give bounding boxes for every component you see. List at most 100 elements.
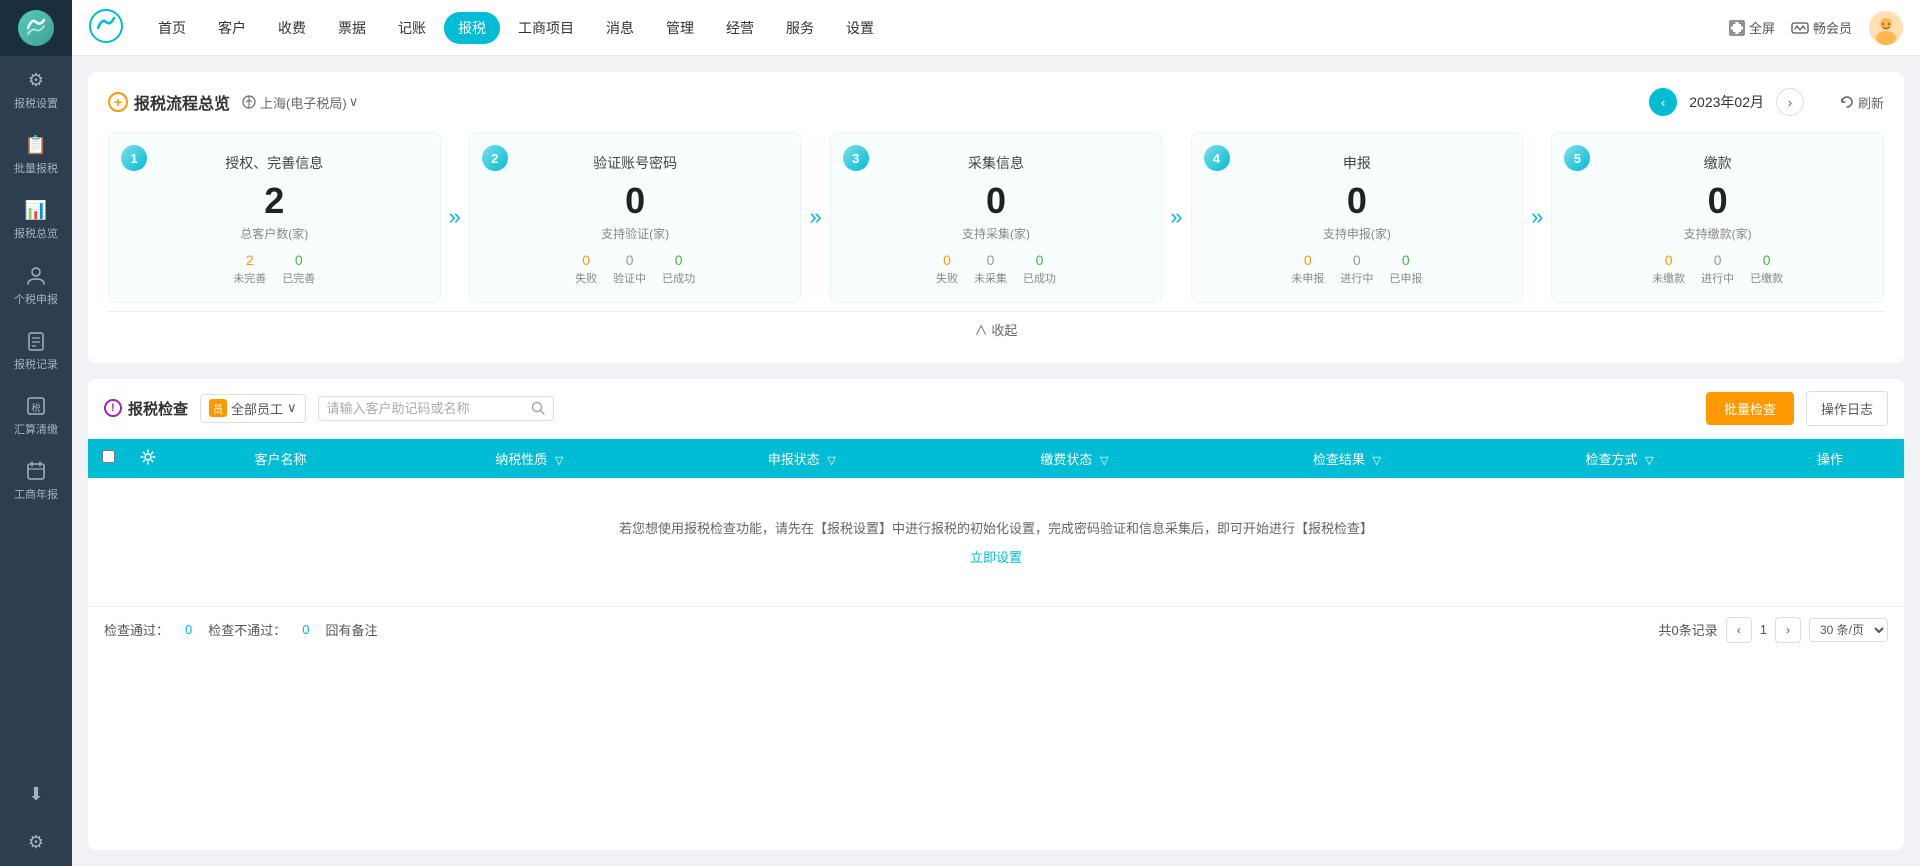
stat-val-4-1: 0 [1353,252,1361,268]
overview-plus-icon: + [108,92,128,112]
nav-item-fee[interactable]: 收费 [264,12,320,44]
step-count-3: 0 [847,181,1146,221]
step-sub-2: 支持验证(家) [486,225,785,242]
vip-btn[interactable]: 畅会员 [1791,18,1852,37]
stat-label-4-1: 进行中 [1340,270,1373,286]
nav-item-home[interactable]: 首页 [144,12,200,44]
sidebar-item-personal-tax[interactable]: 个税申报 [0,252,72,317]
collapse-label: 收起 [991,323,1017,338]
step-stats-1: 2 未完善 0 已完善 [125,252,424,286]
check-circle-icon: ! [104,399,122,417]
column-settings-icon[interactable] [140,449,156,465]
nav-item-bookkeeping[interactable]: 记账 [384,12,440,44]
overview-title-text: 报税流程总览 [134,90,230,114]
nav-items: 首页 客户 收费 票据 记账 报税 工商项目 消息 管理 经营 服务 设置 [144,12,1729,44]
stat-val-1-1: 0 [295,252,303,268]
stat-label-5-2: 已缴款 [1750,270,1783,286]
stat-val-3-1: 0 [987,252,995,268]
collapse-btn[interactable]: ∧ 收起 [108,311,1884,347]
fail-count[interactable]: 0 [302,622,309,637]
step-sub-4: 支持申报(家) [1208,225,1507,242]
tax-overview-icon: 📊 [22,196,50,224]
sidebar-item-settings[interactable]: ⚙ [0,818,72,866]
step-title-3: 采集信息 [847,153,1146,173]
sidebar-item-settlement[interactable]: 税 汇算清缴 [0,382,72,447]
check-header: ! 报税检查 员 全部员工 ∨ 批量检查 操作日志 [88,379,1904,439]
topnav-right: 全屏 畅会员 [1729,10,1904,46]
check-title-text: 报税检查 [128,398,188,419]
sidebar-item-tax-record[interactable]: 报税记录 [0,317,72,382]
filter-pay-icon[interactable]: ▽ [1100,454,1108,467]
stat-val-1-0: 2 [246,252,254,268]
avatar[interactable] [1868,10,1904,46]
select-all-checkbox[interactable] [102,450,115,463]
batch-check-btn[interactable]: 批量检查 [1706,392,1794,425]
annual-report-icon [22,457,50,485]
sidebar-bottom: ⬇ ⚙ [0,770,72,866]
nav-item-management[interactable]: 管理 [652,12,708,44]
stat-val-3-2: 0 [1036,252,1044,268]
step-card-3: 3 采集信息 0 支持采集(家) 0 失败 0 未采集 [830,132,1163,303]
next-page-btn[interactable]: › [1775,617,1801,643]
search-icon[interactable] [531,401,545,415]
pass-count[interactable]: 0 [185,622,192,637]
overview-header: + 报税流程总览 上海(电子税局) ∨ ‹ 2023年02月 › [108,88,1884,116]
step-stat-4-1: 0 进行中 [1340,252,1373,286]
empty-message: 若您想使用报税检查功能，请先在【报税设置】中进行报税的初始化设置，完成密码验证和… [619,521,1373,536]
stat-label-4-0: 未申报 [1291,270,1324,286]
step-title-2: 验证账号密码 [486,153,785,173]
filter-tax-nature-icon[interactable]: ▽ [555,454,563,467]
nav-item-business[interactable]: 工商项目 [504,12,588,44]
sidebar-item-tax-settings[interactable]: ⚙ 报税设置 [0,56,72,121]
total-records: 共0条记录 [1659,620,1718,639]
nav-item-invoice[interactable]: 票据 [324,12,380,44]
step-stat-2-2: 0 已成功 [662,252,695,286]
tax-bureau-selector[interactable]: 上海(电子税局) ∨ [242,93,358,112]
date-next-btn[interactable]: › [1776,88,1804,116]
step-stat-1-0: 2 未完善 [233,252,266,286]
step-stat-2-1: 0 验证中 [613,252,646,286]
nav-item-message[interactable]: 消息 [592,12,648,44]
staff-label: 全部员工 [231,399,283,418]
sidebar: ⚙ 报税设置 📋 批量报税 📊 报税总览 个税申报 报税记录 [0,0,72,866]
nav-item-customer[interactable]: 客户 [204,12,260,44]
stat-val-2-1: 0 [626,252,634,268]
steps-row: 1 授权、完善信息 2 总客户数(家) 2 未完善 0 已完善 [108,132,1884,303]
step-stat-3-0: 0 失败 [936,252,958,286]
staff-icon: 员 [209,399,227,417]
sidebar-item-batch-tax[interactable]: 📋 批量报税 [0,121,72,186]
current-page: 1 [1760,622,1767,637]
step-card-5: 5 缴款 0 支持缴款(家) 0 未缴款 0 进行中 [1551,132,1884,303]
fullscreen-btn[interactable]: 全屏 [1729,18,1775,37]
topnav: 首页 客户 收费 票据 记账 报税 工商项目 消息 管理 经营 服务 设置 [72,0,1920,56]
gear-icon: ⚙ [22,828,50,856]
search-input[interactable] [327,401,527,416]
filter-declare-icon[interactable]: ▽ [827,454,835,467]
header-tax-nature: 纳税性质 ▽ [393,439,666,478]
sidebar-item-settlement-label: 汇算清缴 [14,424,58,437]
date-prev-btn[interactable]: ‹ [1649,88,1677,116]
prev-page-btn[interactable]: ‹ [1726,617,1752,643]
overview-title: + 报税流程总览 [108,90,230,114]
header-customer-name: 客户名称 [168,439,393,478]
tax-record-icon [22,327,50,355]
step-title-1: 授权、完善信息 [125,153,424,173]
immediate-setup-link[interactable]: 立即设置 [108,547,1884,566]
sidebar-item-download[interactable]: ⬇ [0,770,72,818]
nav-item-settings[interactable]: 设置 [832,12,888,44]
per-page-select[interactable]: 30 条/页 [1809,618,1888,642]
stat-val-5-2: 0 [1763,252,1771,268]
sidebar-item-tax-overview[interactable]: 📊 报税总览 [0,186,72,251]
nav-item-tax[interactable]: 报税 [444,12,500,44]
step-card-1: 1 授权、完善信息 2 总客户数(家) 2 未完善 0 已完善 [108,132,441,303]
operation-log-btn[interactable]: 操作日志 [1806,391,1888,426]
nav-item-operation[interactable]: 经营 [712,12,768,44]
nav-item-service[interactable]: 服务 [772,12,828,44]
refresh-btn[interactable]: 刷新 [1840,93,1884,112]
staff-selector[interactable]: 员 全部员工 ∨ [200,394,306,423]
sidebar-item-annual-report[interactable]: 工商年报 [0,447,72,512]
staff-chevron-icon: ∨ [287,400,297,416]
header-pay-status: 缴费状态 ▽ [938,439,1211,478]
filter-check-method-icon[interactable]: ▽ [1645,454,1653,467]
filter-check-result-icon[interactable]: ▽ [1373,454,1381,467]
